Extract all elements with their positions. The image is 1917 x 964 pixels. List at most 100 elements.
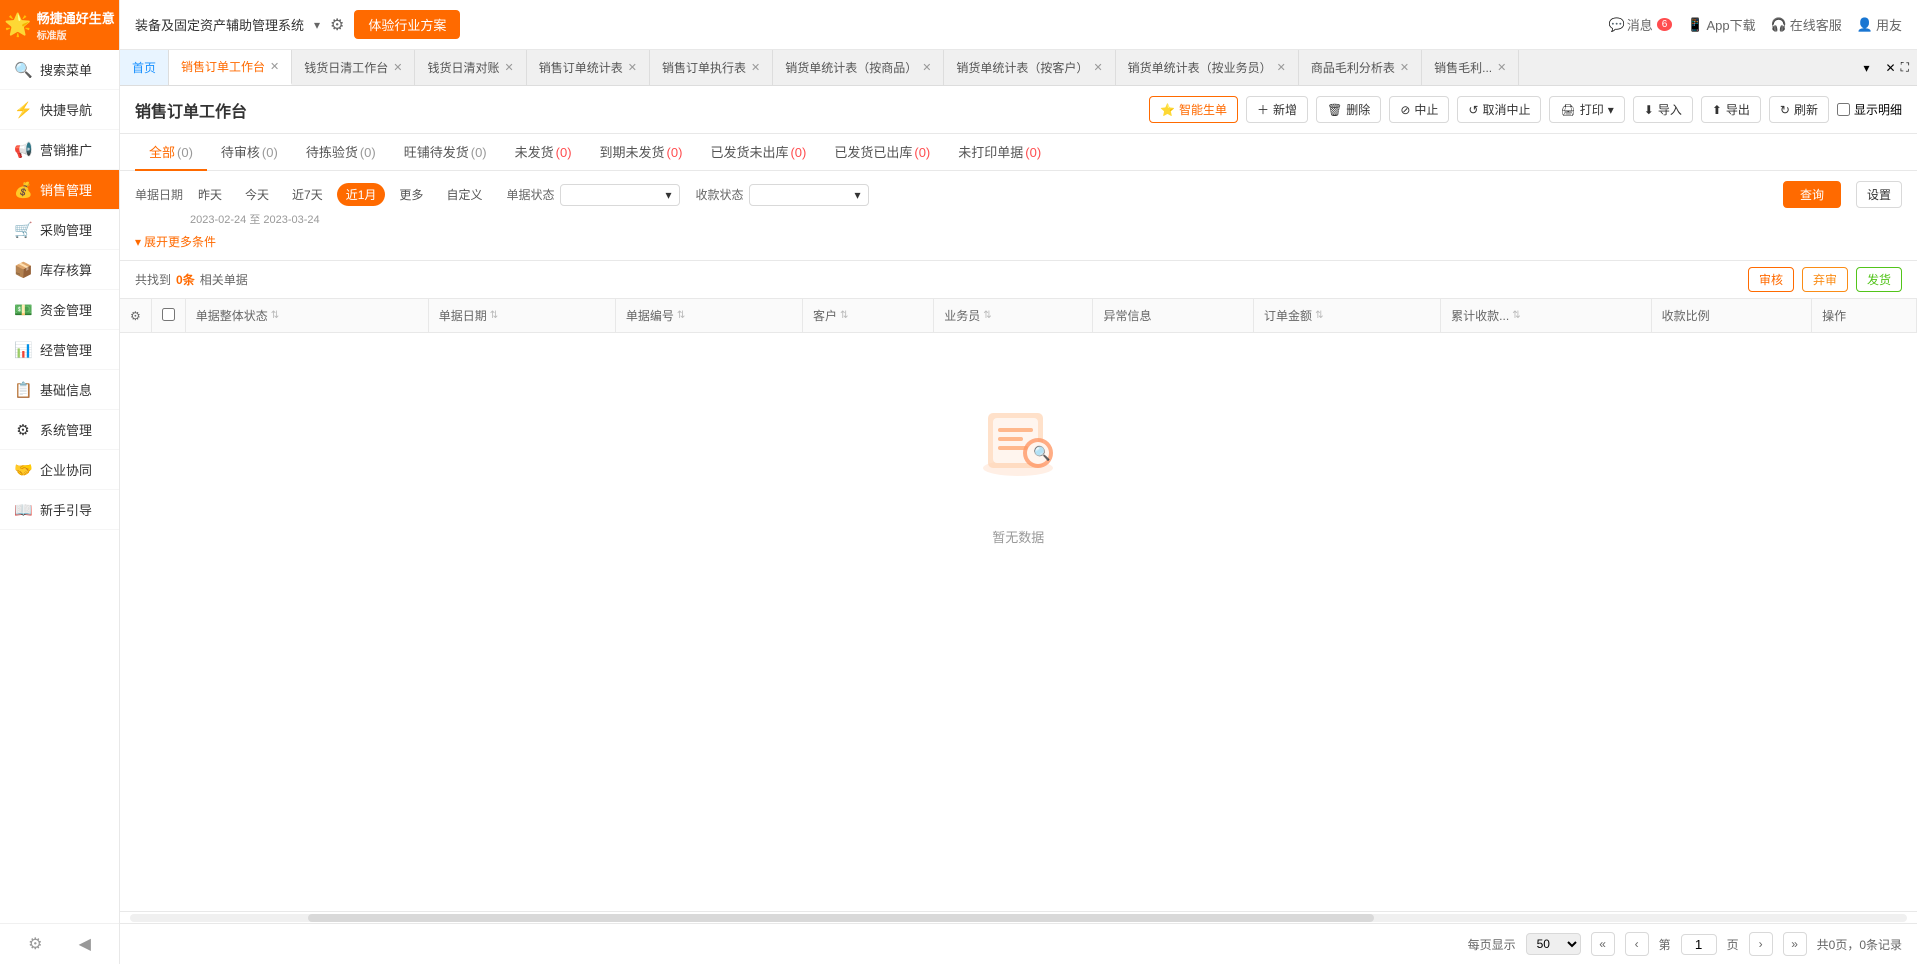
tab-close-6[interactable]: ✕ [922,61,931,74]
ship-btn[interactable]: 发货 [1856,267,1902,292]
tab-0[interactable]: 首页 [120,50,169,85]
payment-select[interactable]: ▾ [749,184,869,206]
th-number[interactable]: 单据编号⇅ [615,299,802,333]
sidebar-collapse-icon[interactable]: ◀ [79,934,91,954]
th-date[interactable]: 单据日期⇅ [428,299,615,333]
empty-state: 🔍 暂无数据 [120,333,1917,606]
app-download[interactable]: 📱 App下载 [1687,15,1755,34]
stop-btn[interactable]: ⊘ 中止 [1389,96,1449,123]
th-collected[interactable]: 累计收款...⇅ [1441,299,1651,333]
sidebar-item-5[interactable]: 📦库存核算 [0,250,119,290]
online-service[interactable]: 🎧 在线客服 [1771,15,1842,34]
settings-icon[interactable]: ⚙ [330,15,344,35]
scroll-bar[interactable] [120,911,1917,923]
tab-fullscreen[interactable]: ⛶ [1901,60,1909,75]
tab-overflow-btn[interactable]: ▾ [1856,61,1878,75]
tab-close-9[interactable]: ✕ [1400,61,1409,74]
experience-btn[interactable]: 体验行业方案 [354,10,460,39]
unapprove-btn[interactable]: 弃审 [1802,267,1848,292]
sub-tab-4[interactable]: 未发货(0) [501,134,586,171]
sidebar-item-11[interactable]: 📖新手引导 [0,490,119,530]
sub-tab-1[interactable]: 待审核(0) [207,134,292,171]
tab-close-1[interactable]: ✕ [270,60,279,73]
expand-btn[interactable]: ▾ 展开更多条件 [135,233,216,250]
sidebar-item-2[interactable]: 📢营销推广 [0,130,119,170]
add-btn[interactable]: ＋ 新增 [1246,96,1308,123]
quick-btn-今天[interactable]: 今天 [236,183,278,206]
stop-icon: ⊘ [1400,103,1410,117]
filter-settings-btn[interactable]: 设置 [1856,181,1902,208]
th-salesman[interactable]: 业务员⇅ [934,299,1093,333]
quick-btn-昨天[interactable]: 昨天 [189,183,231,206]
page-size-select[interactable]: 50 20 100 [1526,933,1581,955]
status-select[interactable]: ▾ [560,184,680,206]
expand-icon: ▾ [135,235,141,249]
sidebar-item-1[interactable]: ⚡快捷导航 [0,90,119,130]
tab-close-3[interactable]: ✕ [505,61,514,74]
expand-filter-row: ▾ 展开更多条件 [135,233,1902,250]
tab-5[interactable]: 销售订单执行表✕ [650,50,773,85]
sub-tab-6[interactable]: 已发货未出库(0) [696,134,820,171]
sidebar-item-0[interactable]: 🔍搜索菜单 [0,50,119,90]
delete-btn[interactable]: 🗑 删除 [1316,96,1381,123]
tab-3[interactable]: 钱货日清对账✕ [415,50,526,85]
sub-tab-2[interactable]: 待拣验货(0) [292,134,390,171]
tab-close-2[interactable]: ✕ [393,61,402,74]
tab-close-10[interactable]: ✕ [1497,61,1506,74]
page-title: 销售订单工作台 [135,98,247,122]
dropdown-icon[interactable]: ▾ [314,18,320,32]
sub-tab-0[interactable]: 全部(0) [135,134,207,171]
tab-close-5[interactable]: ✕ [751,61,760,74]
page-prev-btn[interactable]: ‹ [1625,932,1649,956]
tab-close-4[interactable]: ✕ [628,61,637,74]
sidebar-item-10[interactable]: 🤝企业协同 [0,450,119,490]
sidebar-item-3[interactable]: 💰销售管理 [0,170,119,210]
quick-btn-更多[interactable]: 更多 [390,183,432,206]
sidebar-item-6[interactable]: 💵资金管理 [0,290,119,330]
tab-8[interactable]: 销货单统计表（按业务员）✕ [1116,50,1299,85]
tab-2[interactable]: 钱货日清工作台✕ [292,50,415,85]
sidebar-item-9[interactable]: ⚙系统管理 [0,410,119,450]
page-input[interactable] [1681,934,1717,955]
sub-tab-8[interactable]: 未打印单据(0) [944,134,1055,171]
approve-btn[interactable]: 审核 [1748,267,1794,292]
tab-close-all[interactable]: ✕ [1886,61,1896,75]
quick-btn-近1月[interactable]: 近1月 [337,183,386,206]
tab-close-7[interactable]: ✕ [1093,61,1102,74]
quick-btn-近7天[interactable]: 近7天 [283,183,332,206]
tab-9[interactable]: 商品毛利分析表✕ [1299,50,1422,85]
tab-6[interactable]: 销货单统计表（按商品）✕ [773,50,944,85]
th-customer[interactable]: 客户⇅ [802,299,933,333]
page-first-btn[interactable]: « [1591,932,1615,956]
scroll-thumb[interactable] [308,914,1374,922]
th-settings[interactable]: ⚙ [120,299,151,333]
sub-tab-3[interactable]: 旺铺待发货(0) [390,134,501,171]
user-menu[interactable]: 👤 用友 [1857,15,1902,34]
th-checkbox[interactable] [151,299,185,333]
export-btn[interactable]: ⬆ 导出 [1701,96,1761,123]
th-amount[interactable]: 订单金额⇅ [1254,299,1441,333]
page-next-btn[interactable]: › [1749,932,1773,956]
query-btn[interactable]: 查询 [1783,181,1841,208]
tab-7[interactable]: 销货单统计表（按客户）✕ [944,50,1115,85]
quick-btn-自定义[interactable]: 自定义 [437,183,491,206]
refresh-btn[interactable]: ↻ 刷新 [1769,96,1829,123]
tab-10[interactable]: 销售毛利...✕ [1422,50,1519,85]
tab-1[interactable]: 销售订单工作台✕ [169,50,292,85]
th-status[interactable]: 单据整体状态⇅ [185,299,428,333]
sub-tab-7[interactable]: 已发货已出库(0) [820,134,944,171]
tab-close-8[interactable]: ✕ [1277,61,1286,74]
sidebar-item-7[interactable]: 📊经营管理 [0,330,119,370]
page-last-btn[interactable]: » [1783,932,1807,956]
print-btn[interactable]: 🖨 打印 ▾ [1549,96,1624,123]
import-btn[interactable]: ⬇ 导入 [1633,96,1693,123]
tab-4[interactable]: 销售订单统计表✕ [527,50,650,85]
sidebar-item-8[interactable]: 📋基础信息 [0,370,119,410]
cancel-stop-btn[interactable]: ↺ 取消中止 [1457,96,1541,123]
sidebar-settings-icon[interactable]: ⚙ [28,934,42,954]
smart-btn[interactable]: ⭐ 智能生单 [1149,96,1238,123]
message-item[interactable]: 💬 消息 6 [1609,15,1673,34]
sub-tab-5[interactable]: 到期未发货(0) [586,134,697,171]
show-detail-checkbox[interactable]: 显示明细 [1837,101,1902,118]
sidebar-item-4[interactable]: 🛒采购管理 [0,210,119,250]
